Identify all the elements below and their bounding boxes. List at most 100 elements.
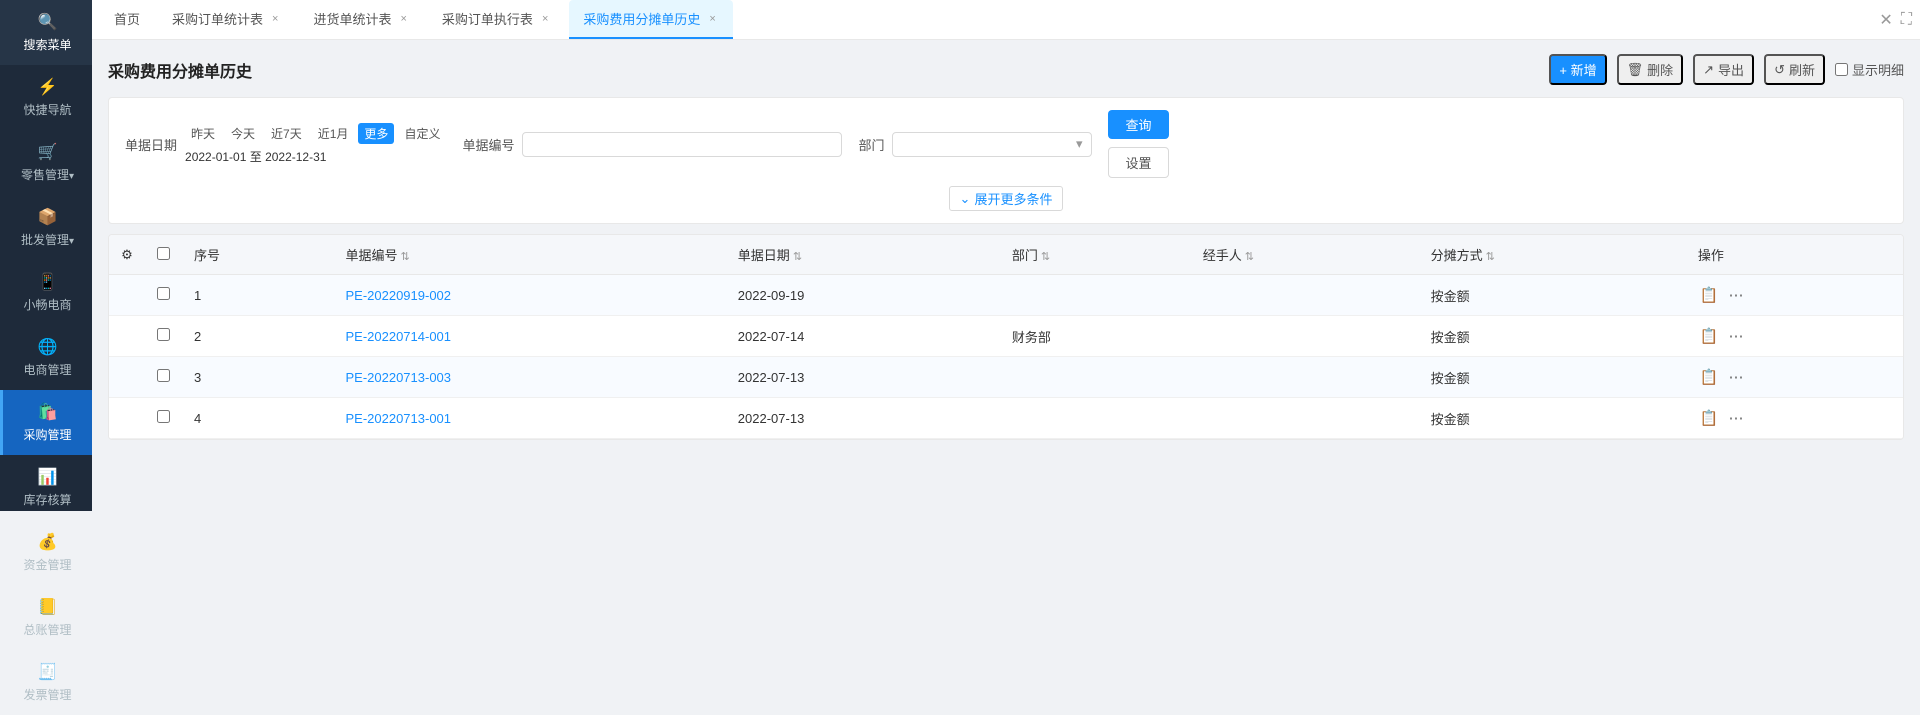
table-row: 4 PE-20220713-001 2022-07-13 按金额 📋 ⋯ (109, 398, 1903, 439)
sidebar-item-mini[interactable]: 📱小畅电商 (0, 260, 92, 325)
row-dept (1000, 398, 1191, 439)
col-handler[interactable]: 经手人⇅ (1191, 235, 1419, 275)
select-all-checkbox[interactable] (157, 247, 170, 260)
order-no-link-3[interactable]: PE-20220713-001 (345, 411, 451, 426)
tab-close-purchase-goods-stats[interactable]: × (397, 12, 409, 26)
sidebar-item-finance[interactable]: 💰资金管理 (0, 520, 92, 585)
sidebar-label-ecom: 电商管理 (23, 363, 71, 377)
row-order-no[interactable]: PE-20220713-003 (333, 357, 725, 398)
sidebar-item-wholesale[interactable]: 📦批发管理▾ (0, 195, 92, 260)
row-gear (109, 275, 145, 316)
invoice-icon: 🧾 (9, 662, 86, 682)
sidebar-item-shortcut[interactable]: ⚡快捷导航 (0, 65, 92, 130)
row-more-btn-1[interactable]: ⋯ (1727, 325, 1746, 347)
close-icon[interactable]: ✕ (1879, 10, 1892, 30)
sidebar-item-retail[interactable]: 🛒零售管理▾ (0, 130, 92, 195)
sidebar-label-finance: 资金管理 (23, 558, 71, 572)
row-order-no[interactable]: PE-20220713-001 (333, 398, 725, 439)
row-action-group-2: 📋 ⋯ (1698, 366, 1891, 388)
col-split-method[interactable]: 分摊方式⇅ (1419, 235, 1686, 275)
row-edit-btn-0[interactable]: 📋 (1698, 284, 1721, 306)
tab-label-purchase-cost-history: 采购费用分摊单历史 (583, 9, 700, 28)
row-checkbox-1[interactable] (157, 328, 170, 341)
row-more-btn-3[interactable]: ⋯ (1727, 407, 1746, 429)
add-button[interactable]: + 新增 (1549, 54, 1606, 85)
dept-field: 部门 财务部 (858, 132, 1092, 157)
row-order-no[interactable]: PE-20220919-002 (333, 275, 725, 316)
row-edit-btn-3[interactable]: 📋 (1698, 407, 1721, 429)
date-search-field: 单据日期 昨天 今天 近7天 近1月 更多 自定义 2022-01-01 至 2… (125, 123, 446, 165)
row-order-no[interactable]: PE-20220714-001 (333, 316, 725, 357)
shortcut-icon: ⚡ (9, 77, 86, 97)
row-seq: 2 (182, 316, 333, 357)
refresh-button[interactable]: ↺ 刷新 (1764, 54, 1825, 85)
gear-icon[interactable]: ⚙ (121, 247, 133, 262)
tab-purchase-goods-stats[interactable]: 进货单统计表× (299, 0, 423, 39)
sidebar-item-account[interactable]: 📒总账管理 (0, 585, 92, 650)
search-button[interactable]: 查询 (1108, 110, 1168, 139)
order-no-link-2[interactable]: PE-20220713-003 (345, 370, 451, 385)
export-button[interactable]: ↗ 导出 (1693, 54, 1754, 85)
delete-button[interactable]: 🗑 删除 (1617, 54, 1684, 85)
sidebar-item-search[interactable]: 🔍搜索菜单 (0, 0, 92, 65)
row-edit-btn-1[interactable]: 📋 (1698, 325, 1721, 347)
fullscreen-icon[interactable]: ⛶ (1901, 11, 1912, 29)
row-checkbox-0[interactable] (157, 287, 170, 300)
order-no-link-1[interactable]: PE-20220714-001 (345, 329, 451, 344)
row-dept: 财务部 (1000, 316, 1191, 357)
search-panel: 单据日期 昨天 今天 近7天 近1月 更多 自定义 2022-01-01 至 2… (108, 97, 1904, 224)
show-cols-toggle[interactable]: 显示明细 (1835, 60, 1904, 79)
expand-icon: ⌄ (960, 191, 971, 207)
row-date: 2022-09-19 (726, 275, 1000, 316)
stock-icon: 📊 (9, 467, 86, 487)
expand-button[interactable]: ⌄ 展开更多条件 (949, 186, 1064, 211)
tab-purchase-cost-history[interactable]: 采购费用分摊单历史 × (569, 0, 732, 39)
row-actions: 📋 ⋯ (1686, 357, 1903, 398)
row-split-method: 按金额 (1419, 398, 1686, 439)
row-more-btn-2[interactable]: ⋯ (1727, 366, 1746, 388)
sidebar-item-ecom[interactable]: 🌐电商管理 (0, 325, 92, 390)
row-date: 2022-07-14 (726, 316, 1000, 357)
tab-purchase-order-exec[interactable]: 采购订单执行表× (428, 0, 565, 39)
row-gear (109, 316, 145, 357)
date-yesterday[interactable]: 昨天 (185, 123, 221, 144)
date-more[interactable]: 更多 (358, 123, 394, 144)
date-1month[interactable]: 近1月 (312, 123, 355, 144)
row-seq: 4 (182, 398, 333, 439)
date-today[interactable]: 今天 (225, 123, 261, 144)
dept-select[interactable]: 财务部 (892, 132, 1092, 157)
row-checkbox-2[interactable] (157, 369, 170, 382)
row-edit-btn-2[interactable]: 📋 (1698, 366, 1721, 388)
sidebar-item-invoice[interactable]: 🧾发票管理 (0, 650, 92, 715)
row-checkbox-3[interactable] (157, 410, 170, 423)
row-actions: 📋 ⋯ (1686, 398, 1903, 439)
row-split-method: 按金额 (1419, 357, 1686, 398)
row-handler (1191, 398, 1419, 439)
row-seq: 1 (182, 275, 333, 316)
mini-icon: 📱 (9, 272, 86, 292)
tab-close-purchase-order-exec[interactable]: × (539, 12, 551, 26)
sidebar-label-retail: 零售管理 (21, 168, 69, 182)
col-dept[interactable]: 部门⇅ (1000, 235, 1191, 275)
purchase-icon: 🛍️ (9, 402, 86, 422)
wholesale-icon: 📦 (9, 207, 86, 227)
col-order-no[interactable]: 单据编号⇅ (333, 235, 725, 275)
arrow-icon: ▾ (69, 236, 74, 247)
date-custom[interactable]: 自定义 (398, 123, 446, 144)
sidebar-label-search: 搜索菜单 (23, 38, 71, 52)
order-no-input[interactable] (522, 132, 842, 157)
tab-close-purchase-cost-history[interactable]: × (706, 12, 718, 26)
tab-purchase-order-stats[interactable]: 采购订单统计表× (158, 0, 295, 39)
col-date[interactable]: 单据日期⇅ (726, 235, 1000, 275)
order-no-link-0[interactable]: PE-20220919-002 (345, 288, 451, 303)
tab-close-purchase-order-stats[interactable]: × (269, 12, 281, 26)
sidebar-item-purchase[interactable]: 🛍️采购管理 (0, 390, 92, 455)
search-row: 单据日期 昨天 今天 近7天 近1月 更多 自定义 2022-01-01 至 2… (125, 110, 1887, 178)
row-check (145, 357, 182, 398)
setting-button[interactable]: 设置 (1108, 147, 1168, 178)
tab-home[interactable]: 首页 (100, 0, 154, 39)
row-more-btn-0[interactable]: ⋯ (1727, 284, 1746, 306)
date-7days[interactable]: 近7天 (265, 123, 308, 144)
sidebar-item-stock[interactable]: 📊库存核算 (0, 455, 92, 520)
show-cols-checkbox[interactable] (1835, 63, 1848, 76)
